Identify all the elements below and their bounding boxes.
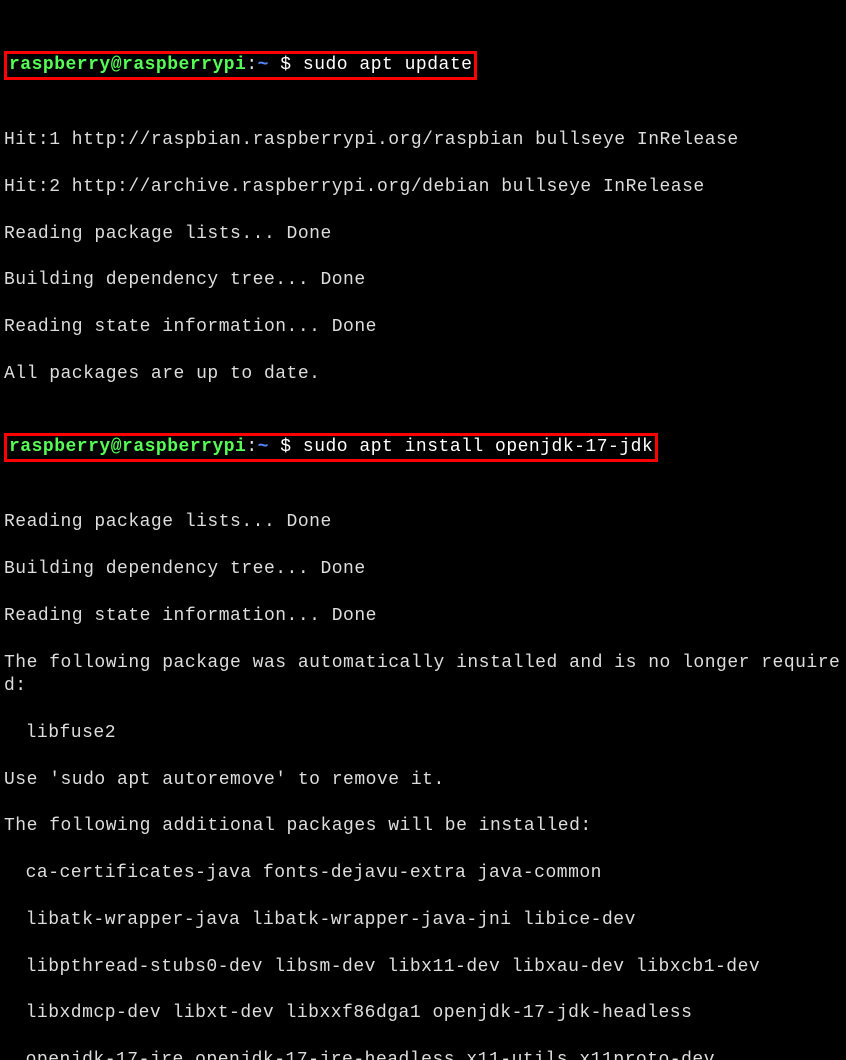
output-line: Reading state information... Done [4,605,842,628]
package-list-line: openjdk-17-jre openjdk-17-jre-headless x… [4,1049,842,1060]
output-line: Hit:1 http://raspbian.raspberrypi.org/ra… [4,129,842,152]
highlight-box-1: raspberry@raspberrypi:~ $ sudo apt updat… [4,51,477,80]
prompt-line-2: raspberry@raspberrypi:~ $ sudo apt insta… [4,433,842,464]
output-line: Reading package lists... Done [4,223,842,246]
prompt-dollar: $ [269,437,303,457]
command-input[interactable]: sudo apt update [303,55,473,75]
prompt-path: ~ [258,437,269,457]
terminal-window[interactable]: raspberry@raspberrypi:~ $ sudo apt updat… [4,4,842,1060]
output-line: The following additional packages will b… [4,815,842,838]
prompt-host: raspberrypi [122,437,246,457]
output-line: Use 'sudo apt autoremove' to remove it. [4,769,842,792]
command-input[interactable]: sudo apt install openjdk-17-jdk [303,437,653,457]
prompt-user: raspberry [9,437,111,457]
output-line: Reading package lists... Done [4,511,842,534]
package-list-line: libpthread-stubs0-dev libsm-dev libx11-d… [4,956,842,979]
output-line: Hit:2 http://archive.raspberrypi.org/deb… [4,176,842,199]
output-line: Building dependency tree... Done [4,269,842,292]
prompt-path: ~ [258,55,269,75]
highlight-box-2: raspberry@raspberrypi:~ $ sudo apt insta… [4,433,658,462]
output-line: Reading state information... Done [4,316,842,339]
output-line: The following package was automatically … [4,652,842,699]
package-list-line: libatk-wrapper-java libatk-wrapper-java-… [4,909,842,932]
output-line: Building dependency tree... Done [4,558,842,581]
output-line: All packages are up to date. [4,363,842,386]
prompt-dollar: $ [269,55,303,75]
package-list-line: libxdmcp-dev libxt-dev libxxf86dga1 open… [4,1002,842,1025]
prompt-line-1: raspberry@raspberrypi:~ $ sudo apt updat… [4,51,842,82]
package-list-line: ca-certificates-java fonts-dejavu-extra … [4,862,842,885]
prompt-user: raspberry [9,55,111,75]
output-line: libfuse2 [4,722,842,745]
prompt-host: raspberrypi [122,55,246,75]
